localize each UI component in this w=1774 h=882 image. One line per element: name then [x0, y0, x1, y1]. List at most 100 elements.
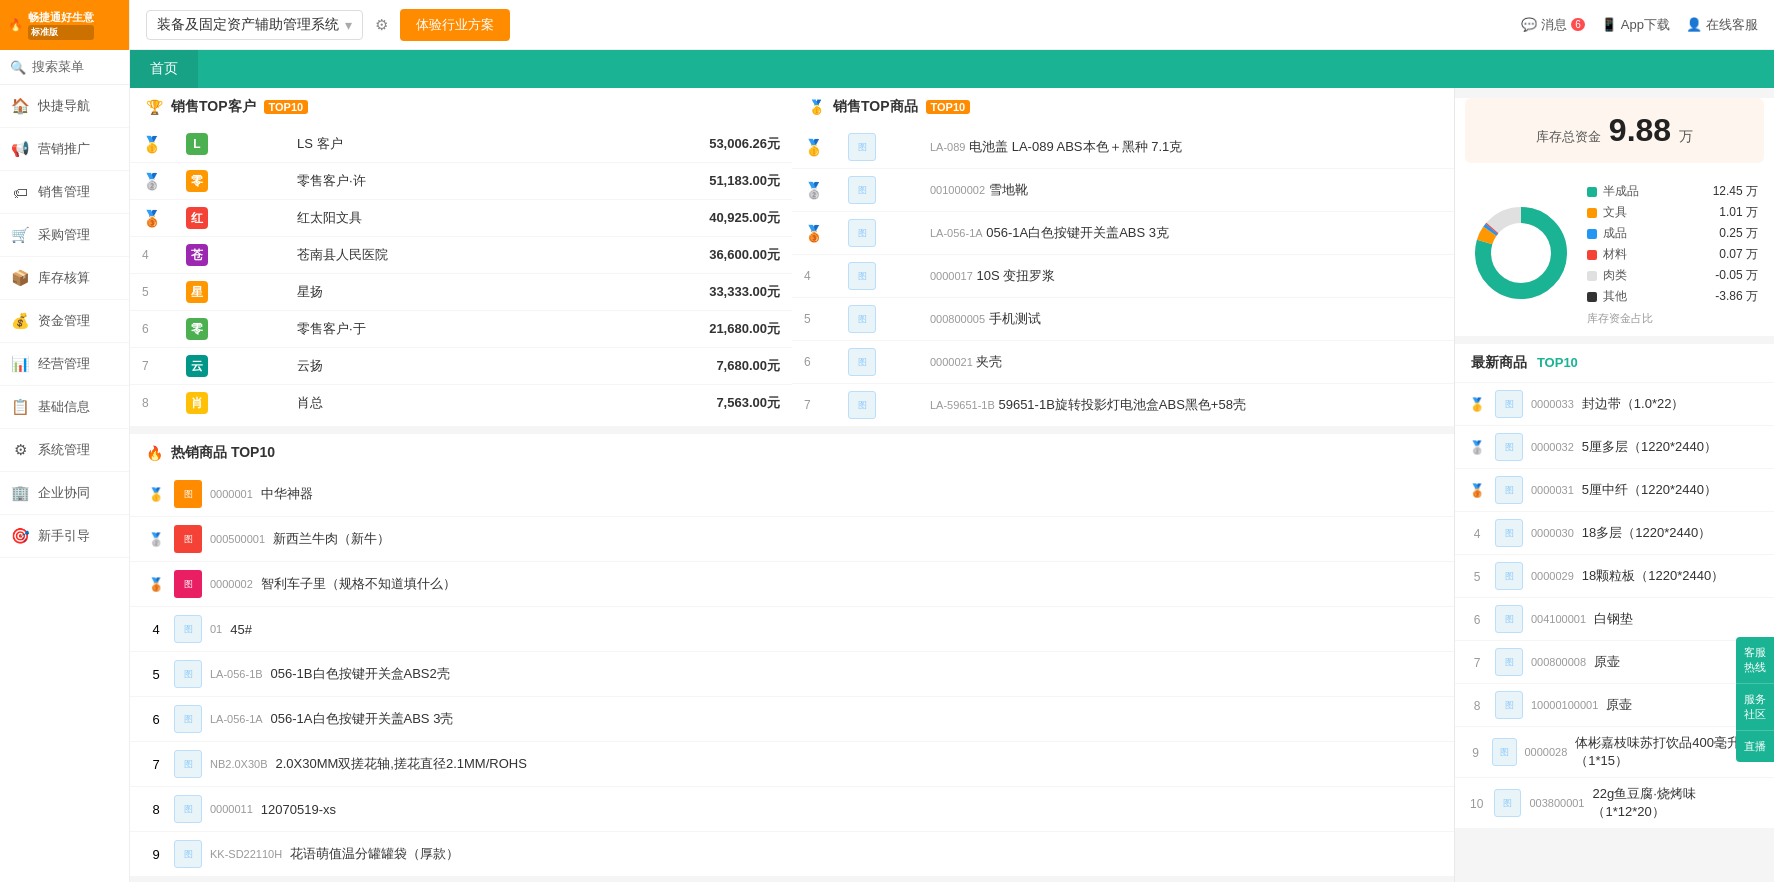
rank-num: 🥉 — [1467, 483, 1487, 498]
product-code: 0000029 — [1531, 570, 1574, 582]
page-nav-home[interactable]: 首页 — [130, 50, 198, 88]
table-row: 🥈 图 001000002 雪地靴 — [792, 169, 1454, 212]
product-name: 45# — [230, 622, 252, 637]
list-item: 🥉 图 0000002 智利车子里（规格不知道填什么） — [130, 562, 1454, 607]
sidebar-search[interactable]: 🔍 搜索菜单 — [0, 50, 129, 85]
customer-name: 零售客户·于 — [285, 311, 563, 348]
product-code: 10000100001 — [1531, 699, 1598, 711]
legend-dot — [1587, 208, 1597, 218]
product-thumbnail: 图 — [174, 525, 202, 553]
float-btn-community[interactable]: 服务社区 — [1736, 684, 1774, 731]
product-code: NB2.0X30B — [210, 758, 267, 770]
sidebar-item-operations[interactable]: 📊经营管理 — [0, 343, 129, 386]
logo-icon: 🔥 — [8, 18, 23, 32]
product-thumbnail: 图 — [174, 615, 202, 643]
sidebar-item-purchase[interactable]: 🛒 采购管理 — [0, 214, 129, 257]
list-item: 🥉 图 0000031 5厘中纤（1220*2440） — [1455, 469, 1774, 512]
topbar-online-service[interactable]: 👤 在线客服 — [1686, 16, 1758, 34]
sidebar-item-guide[interactable]: 🎯新手引导 — [0, 515, 129, 558]
rank-num: 10 — [1467, 796, 1486, 811]
float-btn-service[interactable]: 客服热线 — [1736, 637, 1774, 684]
top-customers-table: 🥇 L LS 客户 53,006.26元🥈 零 零售客户·许 51,183.00… — [130, 126, 792, 421]
list-item: 6 图 004100001 白钢垫 — [1455, 598, 1774, 641]
purchase-label: 采购管理 — [38, 226, 90, 244]
topbar-app-download[interactable]: 📱 App下载 — [1601, 16, 1670, 34]
topbar-dropdown-icon[interactable]: ▾ — [345, 17, 352, 33]
customer-name: LS 客户 — [285, 126, 563, 163]
customer-name: 苍南县人民医院 — [285, 237, 563, 274]
customer-name: 红太阳文具 — [285, 200, 563, 237]
sidebar-search-label: 搜索菜单 — [32, 58, 84, 76]
legend-item: 文具 1.01 万 — [1587, 204, 1758, 221]
donut-svg — [1471, 203, 1571, 303]
product-name: 18多层（1220*2440） — [1582, 524, 1711, 542]
product-thumbnail: 图 — [174, 795, 202, 823]
legend-name: 肉类 — [1603, 267, 1627, 284]
product-code: 0000002 — [210, 578, 253, 590]
top-sales-products-table: 🥇 图 LA-089 电池盖 LA-089 ABS本色＋黑种 7.1克🥈 图 0… — [792, 126, 1454, 426]
list-item: 9 图 0000028 体彬嘉枝味苏打饮品400毫升（1*15） — [1455, 727, 1774, 778]
product-name: 封边带（1.0*22） — [1582, 395, 1685, 413]
topbar: 装备及固定资产辅助管理系统 ▾ ⚙ 体验行业方案 💬 消息 6 📱 App下载 … — [130, 0, 1774, 50]
product-img: 图 — [1495, 390, 1523, 418]
top-customers-section: 🏆 销售TOP客户 TOP10 🥇 L LS 客户 53,006.26元🥈 零 … — [130, 88, 792, 426]
product-code: 01 — [210, 623, 222, 635]
list-item: 🥈 图 0000032 5厘多层（1220*2440） — [1455, 426, 1774, 469]
topbar-try-btn[interactable]: 体验行业方案 — [400, 9, 510, 41]
customer-badge: 零 — [186, 170, 208, 192]
customer-amount: 51,183.00元 — [563, 163, 792, 200]
purchase-icon: 🛒 — [10, 226, 30, 244]
product-name: 056-1A白色按键开关盖ABS 3壳 — [271, 710, 454, 728]
product-img: 图 — [1495, 433, 1523, 461]
customer-amount: 40,925.00元 — [563, 200, 792, 237]
float-buttons: 客服热线 服务社区 直播 — [1736, 637, 1774, 762]
rank-icon: 7 — [146, 757, 166, 772]
customer-badge: 星 — [186, 281, 208, 303]
product-img: 图 — [848, 262, 876, 290]
left-panels: 🏆 销售TOP客户 TOP10 🥇 L LS 客户 53,006.26元🥈 零 … — [130, 88, 1454, 882]
product-img: 图 — [848, 348, 876, 376]
quick-nav-icon: 🏠 — [10, 97, 30, 115]
product-name: 2.0X30MM双搓花轴,搓花直径2.1MM/ROHS — [275, 755, 526, 773]
sidebar-item-system[interactable]: ⚙系统管理 — [0, 429, 129, 472]
table-row: 7 云 云扬 7,680.00元 — [130, 348, 792, 385]
hot-products-title: 热销商品 TOP10 — [171, 444, 275, 462]
sidebar-item-inventory[interactable]: 📦库存核算 — [0, 257, 129, 300]
sidebar-item-quick-nav[interactable]: 🏠 快捷导航 — [0, 85, 129, 128]
list-item: 🥇 图 0000001 中华神器 — [130, 472, 1454, 517]
product-code: LA-056-1B — [210, 668, 263, 680]
product-img: 图 — [848, 391, 876, 419]
customer-name: 星扬 — [285, 274, 563, 311]
float-btn-live[interactable]: 直播 — [1736, 731, 1774, 762]
table-row: 6 图 0000021 夹壳 — [792, 341, 1454, 384]
table-row: 🥇 L LS 客户 53,006.26元 — [130, 126, 792, 163]
list-item: 4 图 01 45# — [130, 607, 1454, 652]
product-img: 图 — [848, 305, 876, 333]
product-thumbnail: 图 — [174, 570, 202, 598]
list-item: 5 图 LA-056-1B 056-1B白色按键开关盒ABS2壳 — [130, 652, 1454, 697]
sidebar-item-sales[interactable]: 🏷销售管理 — [0, 171, 129, 214]
legend-dot — [1587, 271, 1597, 281]
legend-value: -3.86 万 — [1698, 288, 1758, 305]
topbar-gear-icon[interactable]: ⚙ — [375, 16, 388, 34]
rank-icon: 🥇 — [146, 487, 166, 502]
quick-nav-label: 快捷导航 — [38, 97, 90, 115]
rank-num: 6 — [1467, 612, 1487, 627]
table-row: 🥉 图 LA-056-1A 056-1A白色按键开关盖ABS 3克 — [792, 212, 1454, 255]
flame-icon: 🔥 — [146, 445, 163, 461]
product-code: 0000032 — [1531, 441, 1574, 453]
latest-products-section: 最新商品 TOP10 🥇 图 0000033 封边带（1.0*22）🥈 图 00… — [1455, 344, 1774, 828]
sidebar-item-enterprise[interactable]: 🏢企业协同 — [0, 472, 129, 515]
enterprise-label: 企业协同 — [38, 484, 90, 502]
legend-item: 肉类 -0.05 万 — [1587, 267, 1758, 284]
topbar-message[interactable]: 💬 消息 6 — [1521, 16, 1585, 34]
donut-chart-container: 半成品 12.45 万 文具 1.01 万 成品 0.25 万 材料 0.07 … — [1455, 173, 1774, 336]
main-area: 装备及固定资产辅助管理系统 ▾ ⚙ 体验行业方案 💬 消息 6 📱 App下载 … — [130, 0, 1774, 882]
system-label: 系统管理 — [38, 441, 90, 459]
legend-value: 0.25 万 — [1698, 225, 1758, 242]
product-code: 0000030 — [1531, 527, 1574, 539]
sidebar-item-base-info[interactable]: 📋基础信息 — [0, 386, 129, 429]
product-thumbnail: 图 — [174, 750, 202, 778]
sidebar-item-marketing[interactable]: 📢营销推广 — [0, 128, 129, 171]
sidebar-item-finance[interactable]: 💰资金管理 — [0, 300, 129, 343]
